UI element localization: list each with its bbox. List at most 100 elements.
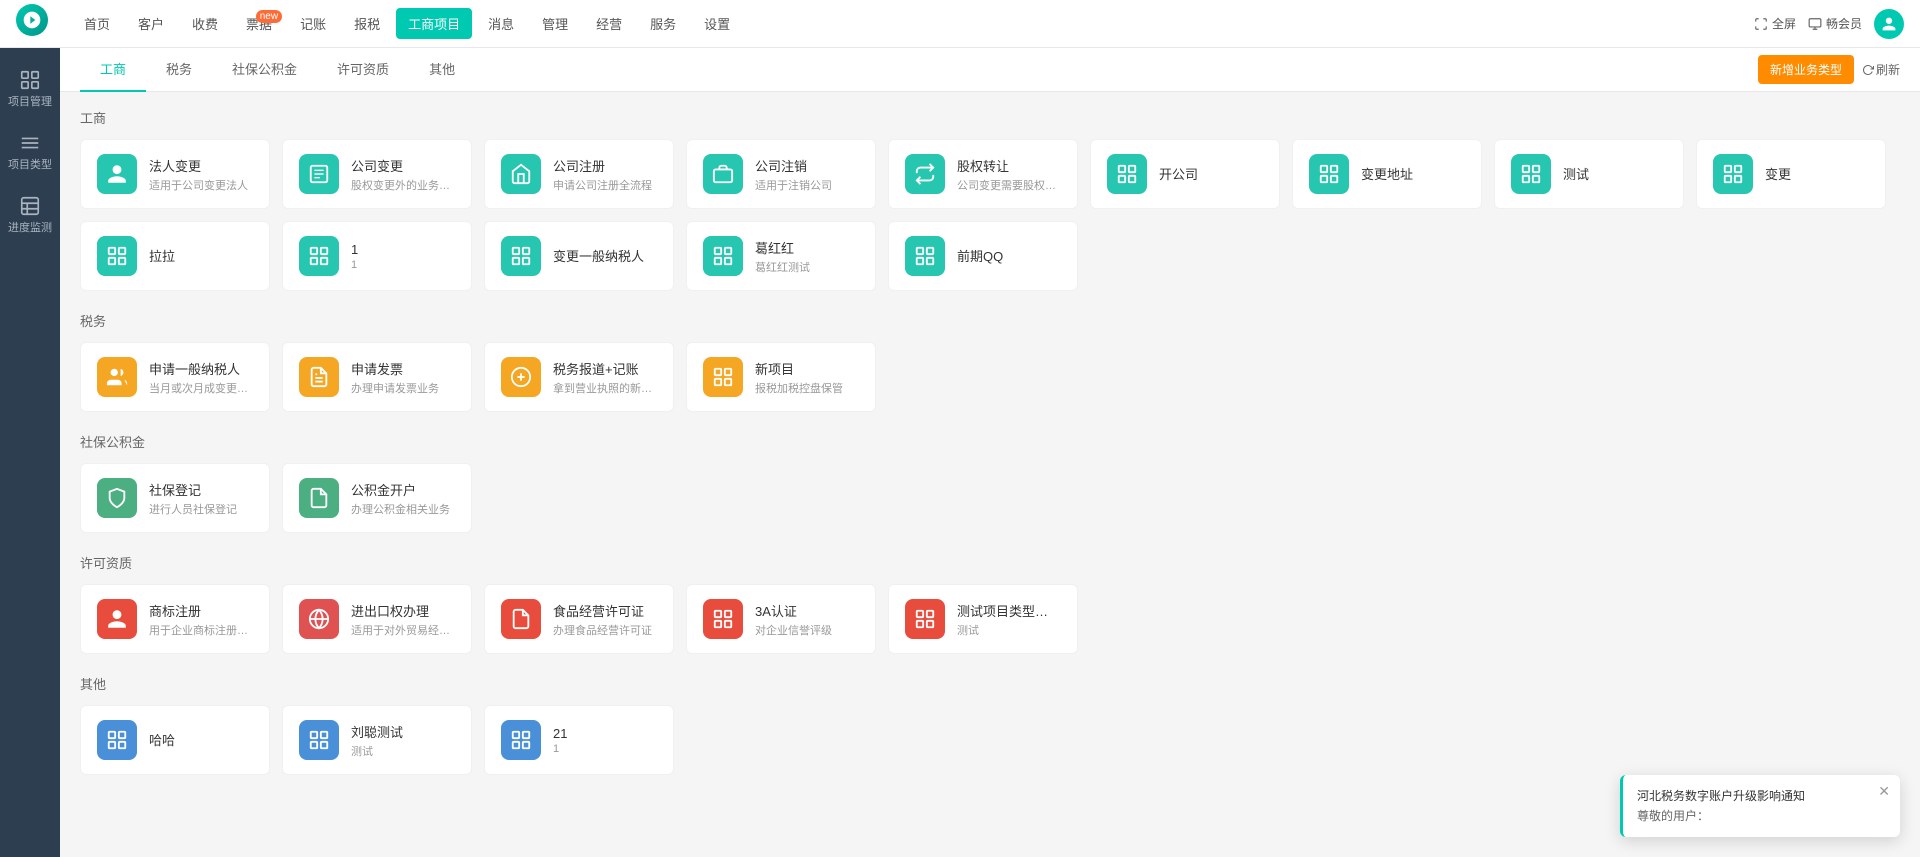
card-trademark[interactable]: 商标注册 用于企业商标注册服务 [80,584,270,654]
member-btn[interactable]: 畅会员 [1808,15,1862,32]
card-name: 3A认证 [755,601,859,620]
card-21[interactable]: 21 1 [484,705,674,775]
card-company-cancel[interactable]: 公司注销 适用于注销公司 [686,139,876,209]
card-info: 进出口权办理 适用于对外贸易经营者 [351,601,455,638]
nav-settings[interactable]: 设置 [692,8,742,39]
card-haha[interactable]: 哈哈 [80,705,270,775]
tab-business[interactable]: 工商 [80,48,146,92]
card-info: 税务报道+记账 拿到营业执照的新公司 [553,359,657,396]
card-legal-change[interactable]: 法人变更 适用于公司变更法人 [80,139,270,209]
notification-title: 河北税务数字账户升级影响通知 [1637,787,1886,804]
card-info: 变更一般纳税人 [553,246,657,267]
card-name: 测试项目类型自定义 [957,601,1061,620]
card-change[interactable]: 变更 [1696,139,1886,209]
card-housing-fund[interactable]: 公积金开户 办理公积金相关业务 [282,463,472,533]
card-name: 股权转让 [957,156,1061,175]
social-register-icon [97,478,137,518]
card-change-tax[interactable]: 变更一般纳税人 [484,221,674,291]
card-1[interactable]: 1 1 [282,221,472,291]
nav-accounting[interactable]: 记账 [288,8,338,39]
sidebar-project-manage-label: 项目管理 [8,96,52,109]
card-desc: 1 [351,259,455,271]
card-name: 公司注销 [755,156,859,175]
card-name: 刘聪测试 [351,722,455,741]
nav-operation[interactable]: 经营 [584,8,634,39]
card-qianqi[interactable]: 前期QQ [888,221,1078,291]
apply-tax-icon [97,357,137,397]
fullscreen-btn[interactable]: 全屏 [1754,15,1796,32]
tab-social[interactable]: 社保公积金 [212,48,317,92]
card-name: 公积金开户 [351,480,455,499]
sidebar-progress-label: 进度监测 [8,222,52,235]
card-test[interactable]: 测试 [1494,139,1684,209]
tab-actions: 新增业务类型 刷新 [1758,55,1900,84]
card-apply-tax[interactable]: 申请一般纳税人 当月或次月成变更完成 [80,342,270,412]
card-info: 法人变更 适用于公司变更法人 [149,156,253,193]
nav-billing[interactable]: 收费 [180,8,230,39]
card-info: 公积金开户 办理公积金相关业务 [351,480,455,517]
nav-business[interactable]: 工商项目 [396,8,472,39]
nav-invoice[interactable]: 票据 new [234,8,284,39]
change-icon [1713,154,1753,194]
tab-other[interactable]: 其他 [409,48,475,92]
card-name: 拉拉 [149,246,253,265]
test-type-icon [905,599,945,639]
main-layout: 项目管理 项目类型 进度监测 工商 税务 社保公积金 许可资质 其他 [0,48,1920,857]
refresh-button[interactable]: 刷新 [1862,61,1900,78]
avatar[interactable] [1874,9,1904,39]
nav-client[interactable]: 客户 [126,8,176,39]
card-info: 哈哈 [149,730,253,751]
card-apply-invoice[interactable]: 申请发票 办理申请发票业务 [282,342,472,412]
fullscreen-label: 全屏 [1772,15,1796,32]
card-food-license[interactable]: 食品经营许可证 办理食品经营许可证 [484,584,674,654]
card-test-type[interactable]: 测试项目类型自定义 测试 [888,584,1078,654]
card-company-change[interactable]: 公司变更 股权变更外的业务变更 [282,139,472,209]
card-info: 前期QQ [957,246,1061,267]
card1-icon [299,236,339,276]
card-change-address[interactable]: 变更地址 [1292,139,1482,209]
card-desc: 办理公积金相关业务 [351,501,455,517]
content-area: 工商 税务 社保公积金 许可资质 其他 新增业务类型 刷新 工商 [60,48,1920,857]
tab-license[interactable]: 许可资质 [317,48,409,92]
tax-report-icon [501,357,541,397]
card-name: 公司变更 [351,156,455,175]
sidebar-project-manage[interactable]: 项目管理 [0,56,60,119]
sidebar-project-type[interactable]: 项目类型 [0,119,60,182]
nav-home[interactable]: 首页 [72,8,122,39]
logo [16,4,56,44]
nav-message[interactable]: 消息 [476,8,526,39]
card-open-company[interactable]: 开公司 [1090,139,1280,209]
card-info: 拉拉 [149,246,253,267]
card-3a[interactable]: 3A认证 对企业信誉评级 [686,584,876,654]
notification-popup: ✕ 河北税务数字账户升级影响通知 尊敬的用户： [1620,775,1900,837]
card-name: 变更一般纳税人 [553,246,657,265]
card-name: 申请一般纳税人 [149,359,253,378]
card-desc: 用于企业商标注册服务 [149,622,253,638]
sidebar-progress[interactable]: 进度监测 [0,182,60,245]
card-social-register[interactable]: 社保登记 进行人员社保登记 [80,463,270,533]
progress-icon [16,192,44,220]
card-desc: 测试 [957,622,1061,638]
section-other-title: 其他 [80,674,1900,693]
add-business-type-button[interactable]: 新增业务类型 [1758,55,1854,84]
card-desc: 办理申请发票业务 [351,380,455,396]
nav-service[interactable]: 服务 [638,8,688,39]
card-liucong[interactable]: 刘聪测试 测试 [282,705,472,775]
card-gehonghong[interactable]: 葛红红 葛红红测试 [686,221,876,291]
card-tax-report[interactable]: 税务报道+记账 拿到营业执照的新公司 [484,342,674,412]
card-desc: 1 [553,743,657,755]
card-new-project[interactable]: 新项目 报税加税控盘保管 [686,342,876,412]
card-info: 刘聪测试 测试 [351,722,455,759]
card-import-export[interactable]: 进出口权办理 适用于对外贸易经营者 [282,584,472,654]
card-equity-transfer[interactable]: 股权转让 公司变更需要股权转让 [888,139,1078,209]
nav-manage[interactable]: 管理 [530,8,580,39]
card-lala[interactable]: 拉拉 [80,221,270,291]
card-info: 申请一般纳税人 当月或次月成变更完成 [149,359,253,396]
tab-tax[interactable]: 税务 [146,48,212,92]
notification-close-button[interactable]: ✕ [1878,783,1890,800]
card-desc: 对企业信誉评级 [755,622,859,638]
nav-tax[interactable]: 报税 [342,8,392,39]
tabs: 工商 税务 社保公积金 许可资质 其他 [80,48,475,92]
card-company-register[interactable]: 公司注册 申请公司注册全流程 [484,139,674,209]
card-name: 社保登记 [149,480,253,499]
